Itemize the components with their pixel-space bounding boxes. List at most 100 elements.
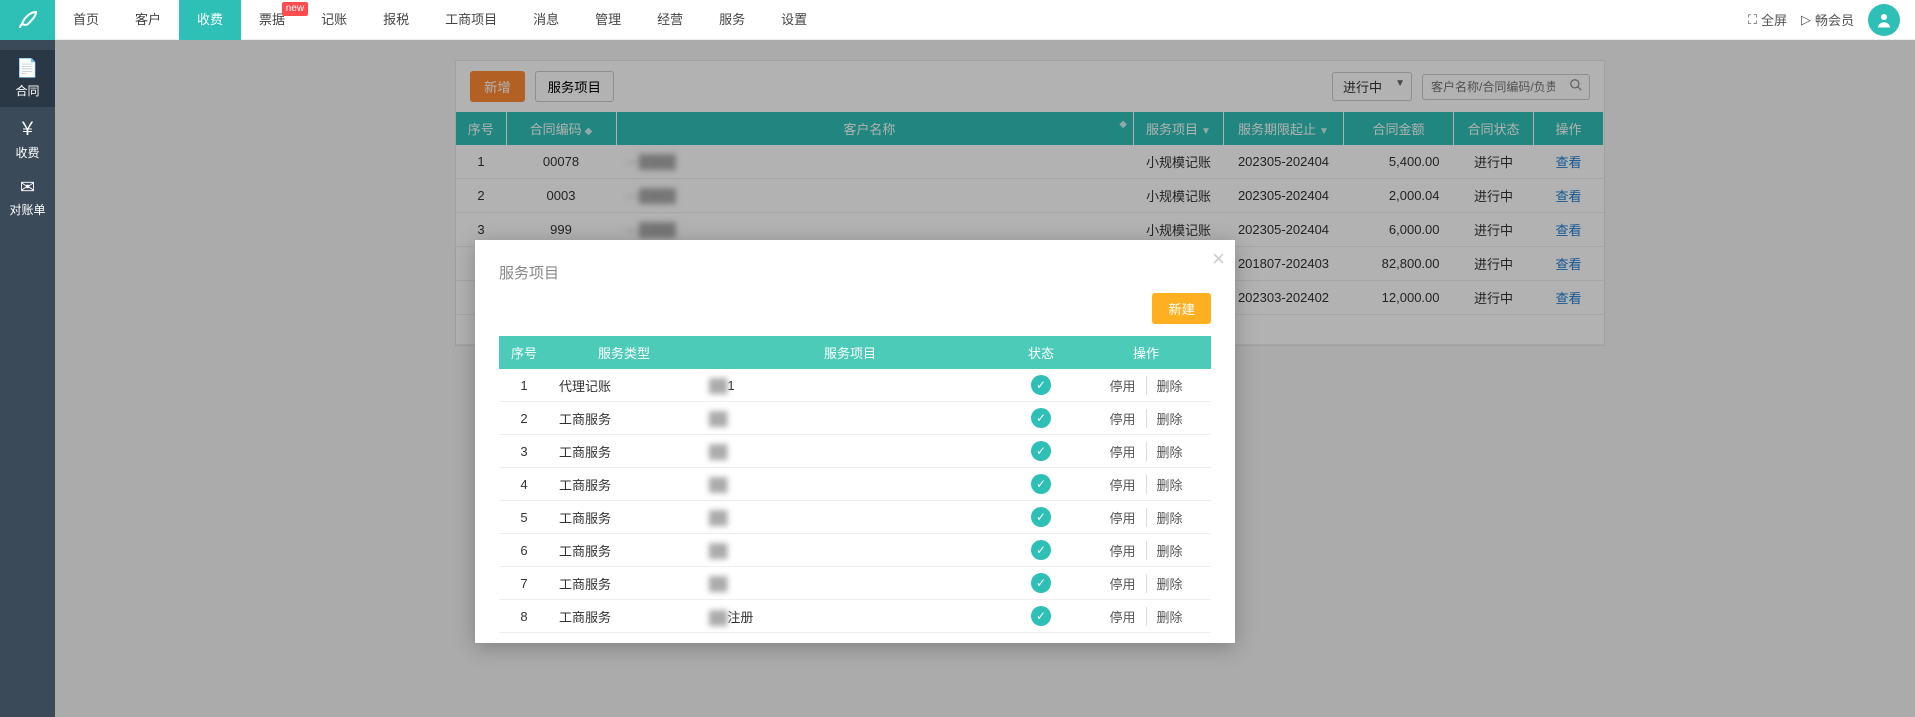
cell-project: ██ [699, 468, 1001, 501]
logo[interactable] [0, 0, 55, 40]
sidebar-item-对账单[interactable]: ✉ 对账单 [0, 169, 55, 226]
cell-action: 停用删除 [1081, 468, 1211, 501]
cell-type: 代理记账 [549, 369, 699, 402]
avatar[interactable] [1868, 4, 1900, 36]
delete-button[interactable]: 删除 [1146, 508, 1193, 527]
delete-button[interactable]: 删除 [1146, 442, 1193, 461]
table-row: 6工商服务██✓停用删除 [499, 534, 1211, 567]
cell-status: ✓ [1001, 468, 1081, 501]
nav-item-工商项目[interactable]: 工商项目 [427, 0, 515, 40]
table-row: 1代理记账██1✓停用删除 [499, 369, 1211, 402]
delete-button[interactable]: 删除 [1146, 574, 1193, 593]
cell-status: ✓ [1001, 435, 1081, 468]
topbar-right: ⛶ 全屏 ▷ 畅会员 [1748, 4, 1915, 36]
nav-item-票据[interactable]: 票据new [241, 0, 303, 40]
table-row: 3工商服务██✓停用删除 [499, 435, 1211, 468]
cell-project: ██ [699, 534, 1001, 567]
cell-project: ██ [699, 567, 1001, 600]
nav-item-经营[interactable]: 经营 [639, 0, 701, 40]
cell-index: 1 [499, 369, 549, 402]
nav-item-消息[interactable]: 消息 [515, 0, 577, 40]
nav-item-首页[interactable]: 首页 [55, 0, 117, 40]
cell-index: 7 [499, 567, 549, 600]
check-icon: ✓ [1031, 540, 1051, 560]
cell-action: 停用删除 [1081, 501, 1211, 534]
check-icon: ✓ [1031, 375, 1051, 395]
cell-index: 6 [499, 534, 549, 567]
mth-action: 操作 [1081, 336, 1211, 369]
nav-item-报税[interactable]: 报税 [365, 0, 427, 40]
modal-title: 服务项目 [475, 240, 1235, 293]
cell-project: ██ [699, 435, 1001, 468]
new-button[interactable]: 新建 [1152, 293, 1211, 324]
member-button[interactable]: ▷ 畅会员 [1801, 10, 1854, 29]
check-icon: ✓ [1031, 573, 1051, 593]
sidebar-label: 合同 [15, 84, 39, 98]
nav-item-记账[interactable]: 记账 [303, 0, 365, 40]
top-nav: 首页客户收费票据new记账报税工商项目消息管理经营服务设置 [55, 0, 825, 40]
mth-project: 服务项目 [699, 336, 1001, 369]
nav-item-收费[interactable]: 收费 [179, 0, 241, 40]
close-icon[interactable]: × [1212, 248, 1225, 270]
sidebar-icon: ✉ [0, 177, 55, 198]
sidebar-icon: 📄 [0, 58, 55, 79]
sidebar-label: 收费 [15, 146, 39, 160]
check-icon: ✓ [1031, 507, 1051, 527]
delete-button[interactable]: 删除 [1146, 409, 1193, 428]
cell-project: ██注册 [699, 600, 1001, 633]
delete-button[interactable]: 删除 [1146, 475, 1193, 494]
fullscreen-button[interactable]: ⛶ 全屏 [1748, 10, 1787, 29]
fullscreen-label: 全屏 [1761, 10, 1787, 29]
cell-status: ✓ [1001, 402, 1081, 435]
cell-status: ✓ [1001, 369, 1081, 402]
cell-index: 2 [499, 402, 549, 435]
disable-button[interactable]: 停用 [1099, 409, 1145, 428]
check-icon: ✓ [1031, 408, 1051, 428]
table-row: 8工商服务██注册✓停用删除 [499, 600, 1211, 633]
sidebar-icon: ￥ [0, 115, 55, 141]
table-row: 7工商服务██✓停用删除 [499, 567, 1211, 600]
disable-button[interactable]: 停用 [1099, 541, 1145, 560]
disable-button[interactable]: 停用 [1099, 574, 1145, 593]
delete-button[interactable]: 删除 [1146, 541, 1193, 560]
nav-item-客户[interactable]: 客户 [117, 0, 179, 40]
mth-type: 服务类型 [549, 336, 699, 369]
check-icon: ✓ [1031, 474, 1051, 494]
cell-action: 停用删除 [1081, 402, 1211, 435]
disable-button[interactable]: 停用 [1099, 442, 1145, 461]
feather-icon [16, 8, 40, 32]
nav-item-设置[interactable]: 设置 [763, 0, 825, 40]
modal-toolbar: 新建 [475, 293, 1235, 336]
delete-button[interactable]: 删除 [1146, 376, 1193, 395]
sidebar-item-合同[interactable]: 📄 合同 [0, 50, 55, 107]
user-icon [1875, 11, 1893, 29]
service-project-modal: × 服务项目 新建 序号 服务类型 服务项目 状态 操作 [475, 240, 1235, 643]
cell-action: 停用删除 [1081, 600, 1211, 633]
disable-button[interactable]: 停用 [1099, 508, 1145, 527]
cell-project: ██ [699, 501, 1001, 534]
disable-button[interactable]: 停用 [1099, 607, 1145, 626]
cell-index: 5 [499, 501, 549, 534]
cell-type: 工商服务 [549, 501, 699, 534]
cell-action: 停用删除 [1081, 534, 1211, 567]
cell-project: ██ [699, 402, 1001, 435]
sidebar-item-收费[interactable]: ￥ 收费 [0, 107, 55, 169]
disable-button[interactable]: 停用 [1099, 376, 1145, 395]
nav-item-服务[interactable]: 服务 [701, 0, 763, 40]
nav-item-管理[interactable]: 管理 [577, 0, 639, 40]
check-icon: ✓ [1031, 441, 1051, 461]
main-area: 新增 服务项目 进行中 序号 合同编码◆ [55, 40, 1915, 717]
sidebar-label: 对账单 [9, 203, 45, 217]
cell-type: 工商服务 [549, 468, 699, 501]
disable-button[interactable]: 停用 [1099, 475, 1145, 494]
delete-button[interactable]: 删除 [1146, 607, 1193, 626]
cell-status: ✓ [1001, 534, 1081, 567]
play-icon: ▷ [1801, 12, 1811, 28]
cell-index: 8 [499, 600, 549, 633]
topbar: 首页客户收费票据new记账报税工商项目消息管理经营服务设置 ⛶ 全屏 ▷ 畅会员 [0, 0, 1915, 40]
cell-status: ✓ [1001, 567, 1081, 600]
cell-type: 工商服务 [549, 402, 699, 435]
check-icon: ✓ [1031, 606, 1051, 626]
sidebar: 📄 合同 ￥ 收费 ✉ 对账单 [0, 40, 55, 717]
table-row: 2工商服务██ ✓ 停用删除 [499, 402, 1211, 435]
